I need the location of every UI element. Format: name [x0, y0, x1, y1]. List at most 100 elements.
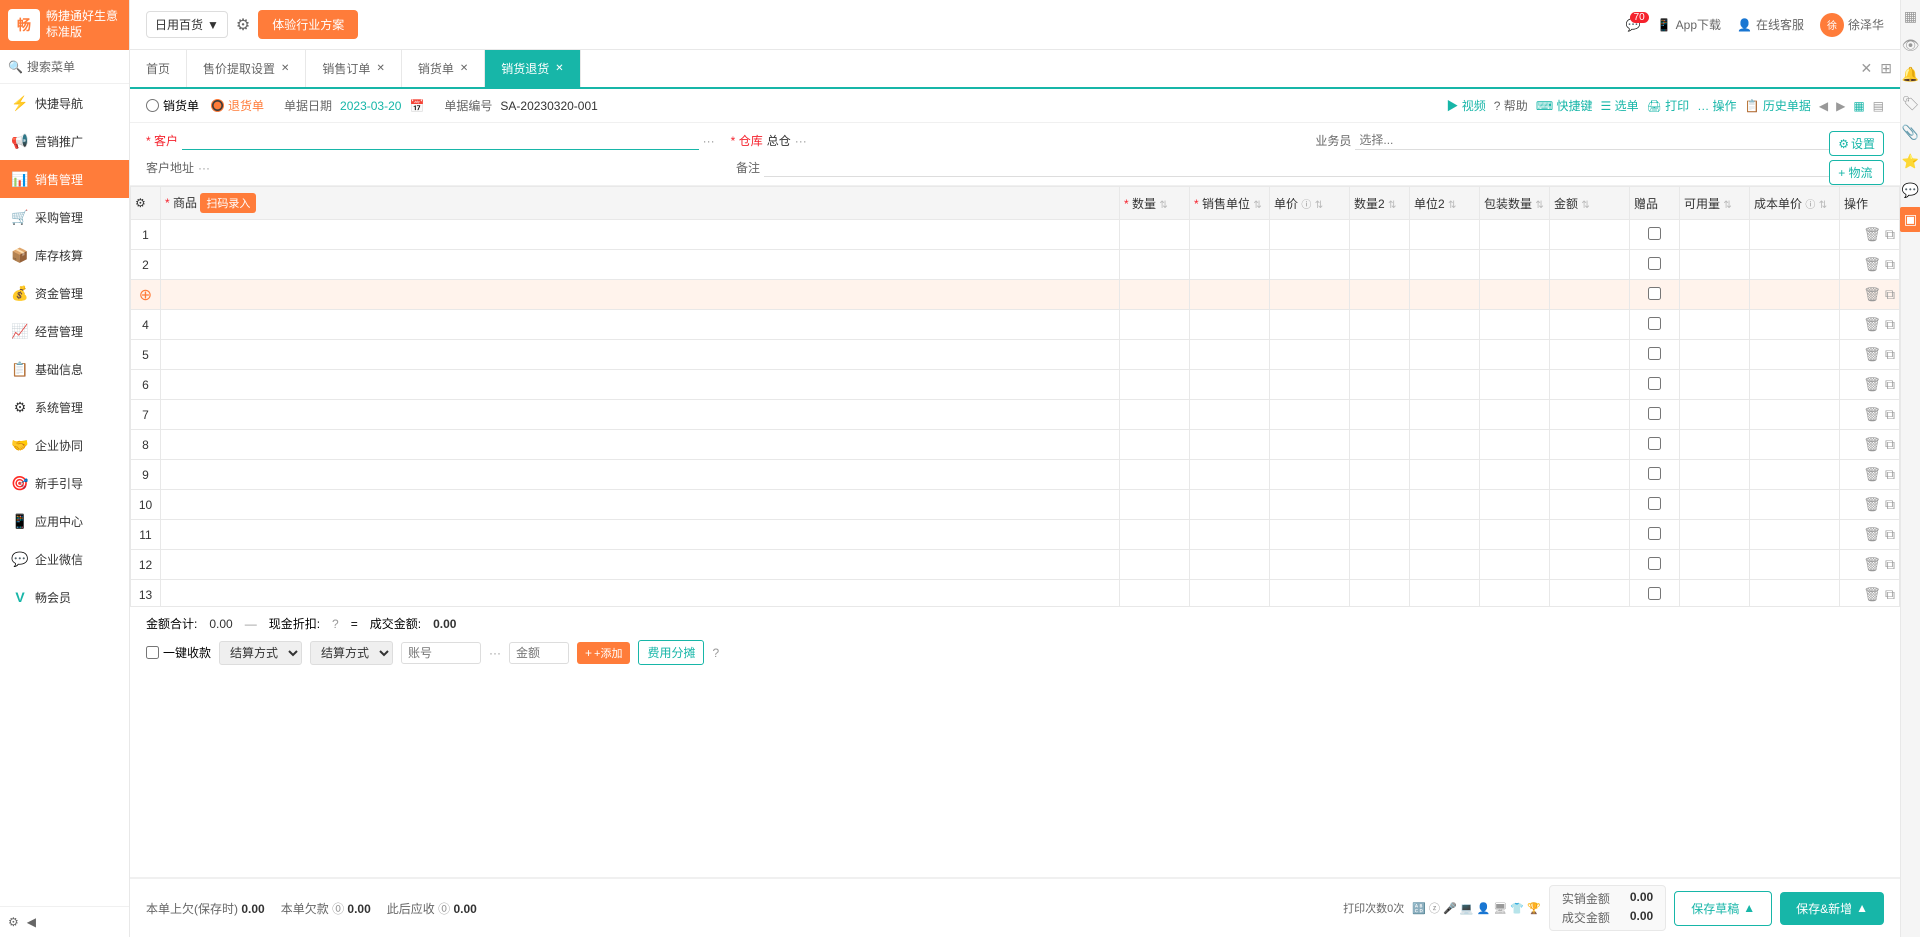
gift-cell[interactable] — [1630, 460, 1680, 490]
cost-cell[interactable] — [1750, 370, 1840, 400]
sidebar-item-shortcut[interactable]: ⚡ 快捷导航 — [0, 84, 129, 122]
search-menu[interactable]: 🔍 搜索菜单 — [0, 50, 129, 84]
amount-cell[interactable] — [1550, 340, 1630, 370]
rp-clip-icon[interactable]: 📎 — [1898, 120, 1920, 145]
sidebar-item-weixin[interactable]: 💬 企业微信 — [0, 540, 129, 578]
delete-icon[interactable]: 🗑 — [1863, 496, 1881, 513]
qty-cell[interactable] — [1120, 460, 1190, 490]
unit2-cell[interactable] — [1410, 520, 1480, 550]
avail-cell[interactable] — [1680, 580, 1750, 607]
cost-cell[interactable] — [1750, 250, 1840, 280]
video-btn[interactable]: ▶ 视频 — [1446, 97, 1485, 114]
next-icon[interactable]: ▶ — [1836, 99, 1845, 113]
qty2-cell[interactable] — [1350, 250, 1410, 280]
unit-cell[interactable] — [1190, 220, 1270, 250]
rp-bell-icon[interactable]: 🔔 — [1898, 62, 1920, 87]
copy-icon[interactable]: ⧉ — [1885, 556, 1895, 573]
sort-unit-icon[interactable]: ⇅ — [1253, 200, 1261, 211]
split-help-icon[interactable]: ? — [712, 646, 719, 660]
unit2-cell[interactable] — [1410, 550, 1480, 580]
setup-btn[interactable]: ⚙ 设置 — [1829, 131, 1884, 156]
cost-cell[interactable] — [1750, 310, 1840, 340]
calendar-icon[interactable]: 📅 — [409, 99, 424, 113]
cost-cell[interactable] — [1750, 490, 1840, 520]
cost-cell[interactable] — [1750, 460, 1840, 490]
delete-icon[interactable]: 🗑 — [1863, 406, 1881, 423]
cost-cell[interactable] — [1750, 280, 1840, 310]
qty2-cell[interactable] — [1350, 460, 1410, 490]
pkg-cell[interactable] — [1480, 490, 1550, 520]
print-btn[interactable]: 🖨 打印 — [1647, 97, 1690, 114]
unit-cell[interactable] — [1190, 400, 1270, 430]
avail-cell[interactable] — [1680, 340, 1750, 370]
amount-cell[interactable] — [1550, 220, 1630, 250]
prev-icon[interactable]: ◀ — [1819, 99, 1828, 113]
gift-cell[interactable] — [1630, 580, 1680, 607]
price-cell[interactable] — [1270, 370, 1350, 400]
help-btn[interactable]: ? 帮助 — [1494, 97, 1528, 114]
price-cell[interactable] — [1270, 460, 1350, 490]
address-dots[interactable]: ··· — [198, 161, 210, 175]
amount-cell[interactable] — [1550, 400, 1630, 430]
tab-price-setting[interactable]: 售价提取设置 ✕ — [187, 50, 306, 87]
tab-sales-order[interactable]: 销售订单 ✕ — [306, 50, 401, 87]
rp-eye-icon[interactable]: 👁 — [1898, 33, 1920, 58]
app-download[interactable]: 📱 App下载 — [1657, 16, 1721, 33]
unit-cell[interactable] — [1190, 460, 1270, 490]
copy-icon[interactable]: ⧉ — [1885, 436, 1895, 453]
pkg-cell[interactable] — [1480, 460, 1550, 490]
unit-cell[interactable] — [1190, 340, 1270, 370]
qty2-cell[interactable] — [1350, 550, 1410, 580]
amount-cell[interactable] — [1550, 460, 1630, 490]
gift-cell[interactable] — [1630, 310, 1680, 340]
copy-icon[interactable]: ⧉ — [1885, 586, 1895, 603]
select-btn[interactable]: ☰ 选单 — [1600, 97, 1638, 114]
maximize-icon[interactable]: ⊞ — [1880, 60, 1892, 77]
pkg-cell[interactable] — [1480, 250, 1550, 280]
price-cell[interactable] — [1270, 490, 1350, 520]
one-click-payment[interactable]: 一键收款 — [146, 644, 211, 661]
product-cell[interactable] — [161, 460, 1120, 490]
tab-sales[interactable]: 销货单 ✕ — [402, 50, 485, 87]
amount-cell[interactable] — [1550, 250, 1630, 280]
grid-view-btn[interactable]: ▦ — [1853, 99, 1864, 113]
scan-btn[interactable]: 扫码录入 — [200, 193, 256, 213]
avail-cell[interactable] — [1680, 460, 1750, 490]
pkg-cell[interactable] — [1480, 400, 1550, 430]
delete-icon[interactable]: 🗑 — [1863, 466, 1881, 483]
qty2-cell[interactable] — [1350, 490, 1410, 520]
cost-cell[interactable] — [1750, 580, 1840, 607]
avail-cell[interactable] — [1680, 310, 1750, 340]
price-cell[interactable] — [1270, 250, 1350, 280]
product-cell[interactable] — [161, 400, 1120, 430]
amount-cell[interactable] — [1550, 430, 1630, 460]
gift-cell[interactable] — [1630, 400, 1680, 430]
qty2-cell[interactable] — [1350, 430, 1410, 460]
sidebar-item-vip[interactable]: V 畅会员 — [0, 578, 129, 616]
qty-cell[interactable] — [1120, 250, 1190, 280]
history-btn[interactable]: 📋 历史单据 — [1745, 97, 1811, 114]
account-input[interactable] — [401, 642, 481, 664]
product-cell[interactable] — [161, 250, 1120, 280]
unit2-cell[interactable] — [1410, 220, 1480, 250]
sort-amount-icon[interactable]: ⇅ — [1581, 200, 1589, 211]
product-cell[interactable] — [161, 370, 1120, 400]
unit-cell[interactable] — [1190, 250, 1270, 280]
price-cell[interactable] — [1270, 340, 1350, 370]
save-new-btn[interactable]: 保存&新增 ▲ — [1780, 892, 1884, 925]
rp-grid-icon[interactable]: ▦ — [1900, 4, 1920, 29]
amount-input[interactable] — [509, 642, 569, 664]
avail-cell[interactable] — [1680, 400, 1750, 430]
amount-cell[interactable] — [1550, 280, 1630, 310]
price-cell[interactable] — [1270, 310, 1350, 340]
copy-icon[interactable]: ⧉ — [1885, 286, 1895, 303]
amount-cell[interactable] — [1550, 370, 1630, 400]
sidebar-item-inventory[interactable]: 📦 库存核算 — [0, 236, 129, 274]
unit-cell[interactable] — [1190, 580, 1270, 607]
sidebar-item-marketing[interactable]: 📢 营销推广 — [0, 122, 129, 160]
amount-cell[interactable] — [1550, 520, 1630, 550]
unit-cell[interactable] — [1190, 370, 1270, 400]
dropdown-draft-icon[interactable]: ▲ — [1743, 901, 1755, 915]
delete-icon[interactable]: 🗑 — [1863, 526, 1881, 543]
pkg-cell[interactable] — [1480, 550, 1550, 580]
